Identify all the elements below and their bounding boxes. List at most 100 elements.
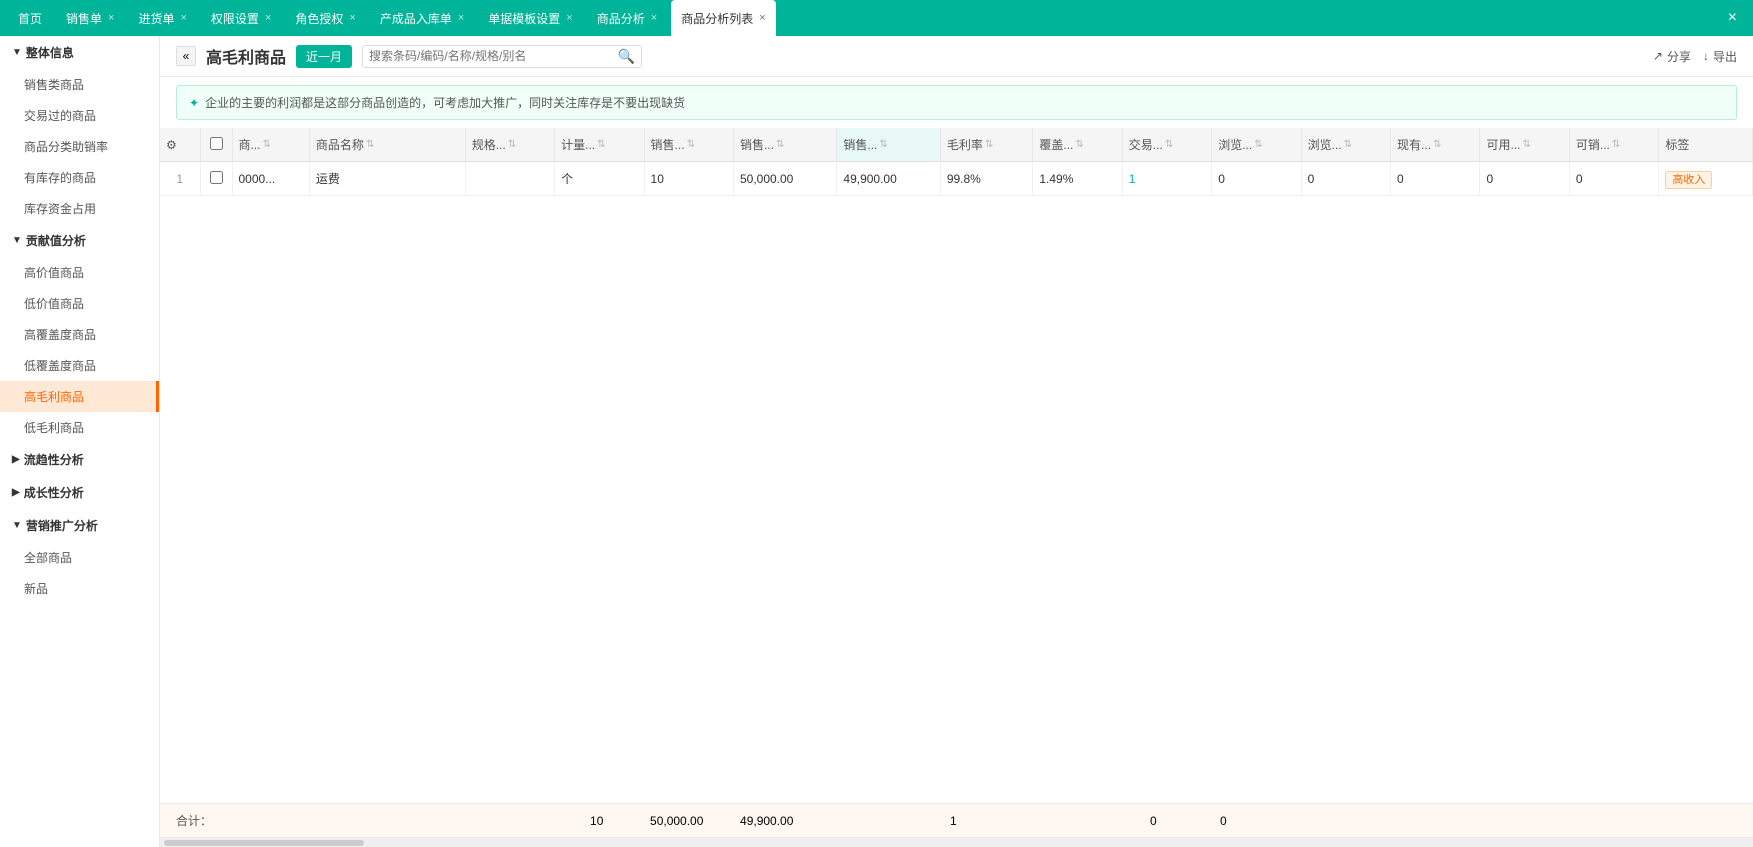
close-icon[interactable]: ×: [458, 12, 464, 24]
nav-goods-analysis-list[interactable]: 商品分析列表 ×: [671, 0, 775, 36]
window-close-button[interactable]: ×: [1720, 9, 1745, 27]
sidebar-item-high-value[interactable]: 高价值商品: [0, 257, 159, 288]
col-sale-amt2[interactable]: 销售...⇅: [837, 128, 940, 162]
footer-label: 合计：: [176, 812, 212, 829]
sidebar-item-all-goods[interactable]: 全部商品: [0, 542, 159, 573]
col-current[interactable]: 现有...⇅: [1391, 128, 1480, 162]
top-nav: 首页 销售单 × 进货单 × 权限设置 × 角色授权 × 产成品入库单 × 单据…: [0, 0, 1753, 36]
col-settings[interactable]: ⚙: [160, 128, 200, 162]
close-icon[interactable]: ×: [349, 12, 355, 24]
sidebar-item-stock-capital[interactable]: 库存资金占用: [0, 193, 159, 224]
close-icon[interactable]: ×: [651, 12, 657, 24]
cell-view1: 0: [1212, 162, 1301, 196]
footer-current: 0: [1150, 814, 1220, 828]
export-icon: ↓: [1703, 49, 1709, 63]
cell-code: 0000...: [232, 162, 309, 196]
nav-sales-order[interactable]: 销售单 ×: [56, 0, 124, 36]
sidebar-item-low-value[interactable]: 低价值商品: [0, 288, 159, 319]
col-view2[interactable]: 浏览...⇅: [1301, 128, 1390, 162]
footer-sale-amt: 50,000.00: [650, 814, 740, 828]
scroll-thumb[interactable]: [164, 840, 364, 846]
sidebar-item-stocked-goods[interactable]: 有库存的商品: [0, 162, 159, 193]
sidebar-item-category-rate[interactable]: 商品分类助销率: [0, 131, 159, 162]
sidebar-item-high-margin[interactable]: 高毛利商品: [0, 381, 159, 412]
footer-available: 0: [1220, 814, 1290, 828]
col-unit[interactable]: 计量...⇅: [555, 128, 644, 162]
close-icon[interactable]: ×: [108, 12, 114, 24]
sidebar-item-new-goods[interactable]: 新品: [0, 573, 159, 604]
horizontal-scrollbar[interactable]: [160, 837, 1753, 847]
sidebar-group-growth[interactable]: ▶ 成长性分析: [0, 476, 159, 509]
sidebar-item-low-coverage[interactable]: 低覆盖度商品: [0, 350, 159, 381]
footer-summary: 合计： 10 50,000.00 49,900.00 1 0 0: [160, 803, 1753, 837]
col-tag[interactable]: 标签: [1659, 128, 1753, 162]
cell-sale-amt: 50,000.00: [733, 162, 836, 196]
nav-template-settings[interactable]: 单据模板设置 ×: [478, 0, 582, 36]
nav-product-inbound[interactable]: 产成品入库单 ×: [370, 0, 474, 36]
col-sale-qty[interactable]: 销售...⇅: [644, 128, 733, 162]
sidebar-item-traded-goods[interactable]: 交易过的商品: [0, 100, 159, 131]
close-icon[interactable]: ×: [265, 12, 271, 24]
col-sale-amt[interactable]: 销售...⇅: [733, 128, 836, 162]
sidebar-item-high-coverage[interactable]: 高覆盖度商品: [0, 319, 159, 350]
share-icon: ↗: [1653, 49, 1663, 63]
col-view1[interactable]: 浏览...⇅: [1212, 128, 1301, 162]
chevron-down-icon: ▼: [12, 235, 22, 246]
info-icon: ✦: [189, 96, 199, 110]
close-icon[interactable]: ×: [566, 12, 572, 24]
chevron-down-icon: ▼: [12, 520, 22, 531]
select-all-checkbox[interactable]: [210, 137, 223, 150]
cell-trade[interactable]: 1: [1122, 162, 1211, 196]
nav-purchase-order[interactable]: 进货单 ×: [128, 0, 196, 36]
cell-salable: 0: [1569, 162, 1658, 196]
footer-sale-amt2: 49,900.00: [740, 814, 830, 828]
cell-unit: 个: [555, 162, 644, 196]
cell-coverage: 1.49%: [1033, 162, 1122, 196]
sidebar-item-sales-goods[interactable]: 销售类商品: [0, 69, 159, 100]
share-button[interactable]: ↗ 分享: [1653, 48, 1691, 65]
search-input[interactable]: [369, 49, 614, 63]
col-spec[interactable]: 规格...⇅: [465, 128, 554, 162]
sidebar-group-trend[interactable]: ▶ 流趋性分析: [0, 443, 159, 476]
row-select-checkbox[interactable]: [210, 171, 223, 184]
sidebar-item-low-margin[interactable]: 低毛利商品: [0, 412, 159, 443]
col-gross-rate[interactable]: 毛利率⇅: [940, 128, 1033, 162]
main-layout: ▼ 整体信息 销售类商品 交易过的商品 商品分类助销率 有库存的商品 库存资金占…: [0, 36, 1753, 847]
date-filter-button[interactable]: 近一月: [296, 45, 352, 68]
nav-permission-settings[interactable]: 权限设置 ×: [201, 0, 281, 36]
search-box: 🔍: [362, 45, 642, 68]
info-banner: ✦ 企业的主要的利润都是这部分商品创造的，可考虑加大推广，同时关注库存是不要出现…: [176, 85, 1737, 120]
tag-badge: 高收入: [1665, 171, 1712, 189]
header-actions: ↗ 分享 ↓ 导出: [1653, 48, 1737, 65]
sidebar-group-overall[interactable]: ▼ 整体信息: [0, 36, 159, 69]
sidebar-group-finance[interactable]: ▼ 贡献值分析: [0, 224, 159, 257]
col-coverage[interactable]: 覆盖...⇅: [1033, 128, 1122, 162]
nav-home[interactable]: 首页: [8, 0, 52, 36]
trade-link[interactable]: 1: [1129, 172, 1136, 186]
col-trade[interactable]: 交易...⇅: [1122, 128, 1211, 162]
cell-sale-qty: 10: [644, 162, 733, 196]
col-available[interactable]: 可用...⇅: [1480, 128, 1569, 162]
close-icon[interactable]: ×: [759, 12, 765, 24]
row-checkbox: [200, 162, 232, 196]
nav-goods-analysis[interactable]: 商品分析 ×: [587, 0, 667, 36]
sidebar: ▼ 整体信息 销售类商品 交易过的商品 商品分类助销率 有库存的商品 库存资金占…: [0, 36, 160, 847]
cell-view2: 0: [1301, 162, 1390, 196]
search-icon[interactable]: 🔍: [618, 48, 635, 65]
col-salable[interactable]: 可销...⇅: [1569, 128, 1658, 162]
collapse-sidebar-button[interactable]: «: [176, 46, 196, 66]
sidebar-group-marketing[interactable]: ▼ 营销推广分析: [0, 509, 159, 542]
cell-name: 运费: [309, 162, 465, 196]
cell-available: 0: [1480, 162, 1569, 196]
col-code[interactable]: 商...⇅: [232, 128, 309, 162]
footer-sale-qty: 10: [590, 814, 650, 828]
cell-spec: [465, 162, 554, 196]
nav-role-auth[interactable]: 角色授权 ×: [285, 0, 365, 36]
col-name[interactable]: 商品名称⇅: [309, 128, 465, 162]
close-icon[interactable]: ×: [180, 12, 186, 24]
export-button[interactable]: ↓ 导出: [1703, 48, 1737, 65]
chevron-right-icon: ▶: [12, 454, 20, 465]
chevron-right-icon: ▶: [12, 487, 20, 498]
content-area: « 高毛利商品 近一月 🔍 ↗ 分享 ↓ 导出 ✦ 企业的主要的利润都是这部: [160, 36, 1753, 847]
page-title: 高毛利商品: [206, 44, 286, 68]
